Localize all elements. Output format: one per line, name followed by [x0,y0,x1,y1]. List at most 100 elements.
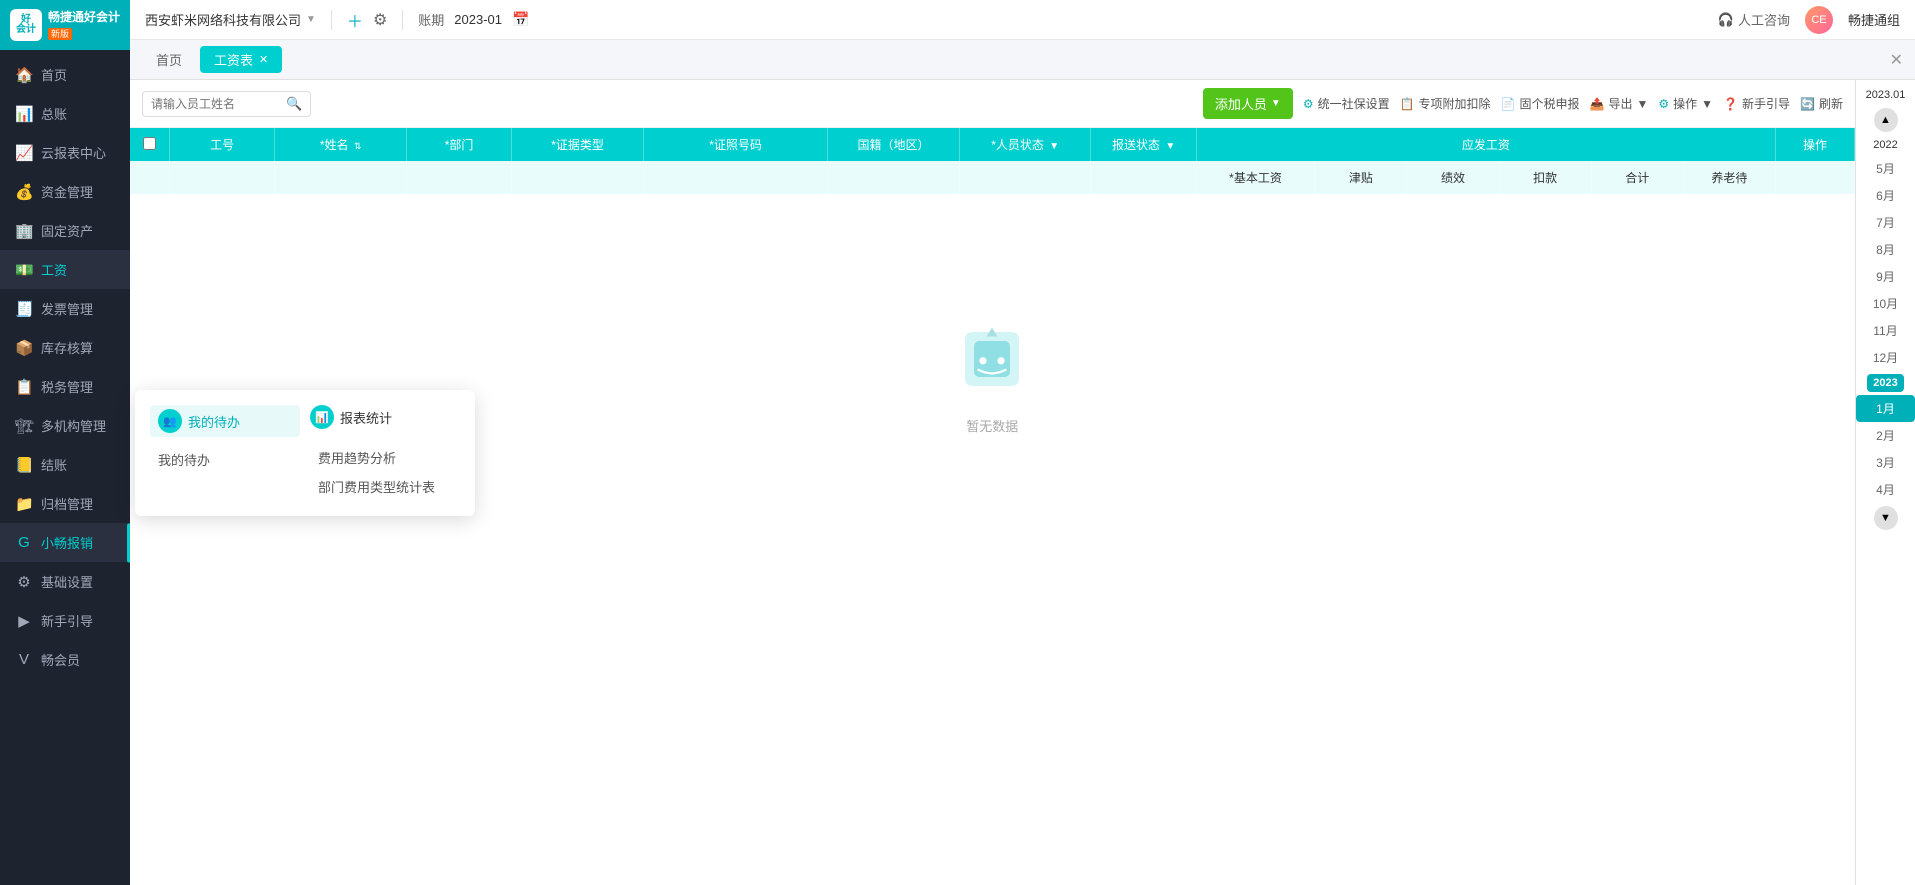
sidebar-item-cloud-report[interactable]: 📈 云报表中心 [0,133,130,172]
dropdown-arrow-icon: ▼ [1271,98,1281,109]
select-all-checkbox[interactable] [143,137,156,150]
sub-header-performance: 绩效 [1407,161,1499,194]
sidebar-item-expense[interactable]: G 小畅报销 [0,523,130,562]
calendar-month-8[interactable]: 8月 [1856,236,1915,263]
sidebar-item-home[interactable]: 🏠 首页 [0,55,130,94]
special-deduction-action[interactable]: 📋 专项附加扣除 [1400,95,1491,112]
calendar-month-4-2023[interactable]: 4月 [1856,476,1915,503]
sidebar-item-fixed-assets[interactable]: 🏢 固定资产 [0,211,130,250]
calendar-month-2-2023[interactable]: 2月 [1856,422,1915,449]
search-icon: 🔍 [286,96,302,112]
dropdown-stats-title[interactable]: 📊 报表统计 [310,405,460,435]
chevron-down-icon: ▼ [306,14,316,25]
calendar-month-9[interactable]: 9月 [1856,263,1915,290]
tab-payroll[interactable]: 工资表 ✕ [200,46,282,73]
service-button[interactable]: 🎧 人工咨询 [1718,10,1790,29]
sidebar-item-tax[interactable]: 📋 税务管理 [0,367,130,406]
calendar-month-1-2023[interactable]: 1月 [1856,395,1915,422]
calendar-month-10[interactable]: 10月 [1856,290,1915,317]
person-status-filter-icon[interactable]: ▼ [1049,141,1059,152]
tab-home[interactable]: 首页 [142,46,196,73]
calendar-year-2023: 2023 [1867,374,1903,392]
special-deduction-icon: 📋 [1400,97,1415,111]
operation-action[interactable]: ⚙ 操作 ▼ [1658,95,1713,112]
topbar-settings-icon[interactable]: ⚙ [373,10,387,30]
tax-report-action[interactable]: 📄 固个税申报 [1501,95,1580,112]
user-name: 畅捷通组 [1848,10,1900,29]
sidebar-item-finance[interactable]: 💰 资金管理 [0,172,130,211]
toolbar: 🔍 添加人员 ▼ ⚙ 统一社保设置 📋 专项附加扣除 [130,80,1855,128]
logo-badge: 新版 [48,28,72,40]
export-action[interactable]: 📤 导出 ▼ [1590,95,1649,112]
name-sort-icon[interactable]: ⇅ [354,141,362,151]
sidebar-item-payroll[interactable]: 💵 工资 [0,250,130,289]
report-status-filter-icon[interactable]: ▼ [1165,141,1175,152]
topbar-divider [331,10,332,30]
social-insurance-action[interactable]: ⚙ 统一社保设置 [1303,95,1390,112]
settings-icon: ⚙ [15,573,33,591]
tab-close-icon[interactable]: ✕ [259,53,268,66]
sidebar-item-member[interactable]: V 畅会员 [0,640,130,679]
dropdown-item-todo[interactable]: 我的待办 [150,445,300,474]
dropdown-todo-title[interactable]: 👥 我的待办 [150,405,300,437]
company-selector[interactable]: 西安虾米网络科技有限公司 ▼ [145,10,316,29]
header-operation: 操作 [1775,128,1854,161]
sidebar-item-guide[interactable]: ▶ 新手引导 [0,601,130,640]
sidebar-item-closing[interactable]: 📒 结账 [0,445,130,484]
sidebar-label-tax: 税务管理 [41,377,93,396]
sidebar-label-archive: 归档管理 [41,494,93,513]
calendar-month-3-2023[interactable]: 3月 [1856,449,1915,476]
dropdown-item-dept-expense[interactable]: 部门费用类型统计表 [310,472,460,501]
search-input[interactable] [151,97,281,111]
todo-section-icon: 👥 [158,409,182,433]
sidebar: 好会计 畅捷通好会计 新版 🏠 首页 📊 总账 📈 云报表中心 💰 资金 [0,0,130,885]
dropdown-sections: 👥 我的待办 我的待办 📊 报表统计 费用趋势分析 部门费用类型统计表 [150,405,460,501]
calendar-month-7[interactable]: 7月 [1856,209,1915,236]
sidebar-label-multi-org: 多机构管理 [41,416,106,435]
sidebar-item-archive[interactable]: 📁 归档管理 [0,484,130,523]
export-icon: 📤 [1590,97,1605,111]
operation-chevron-icon: ▼ [1701,97,1713,111]
stats-title-label: 报表统计 [340,408,392,427]
sidebar-label-member: 畅会员 [41,650,80,669]
refresh-action[interactable]: 🔄 刷新 [1800,95,1843,112]
logo-icon: 好会计 [10,9,42,41]
tab-close-all[interactable]: ✕ [1890,50,1903,70]
dropdown-col-stats: 📊 报表统计 费用趋势分析 部门费用类型统计表 [310,405,460,501]
calendar-down-nav[interactable]: ▼ [1874,506,1898,530]
dropdown-item-expense-trend[interactable]: 费用趋势分析 [310,443,460,472]
sidebar-item-multi-org[interactable]: 🏗 多机构管理 [0,406,130,445]
headset-icon: 🎧 [1718,12,1734,28]
sidebar-item-basic-settings[interactable]: ⚙ 基础设置 [0,562,130,601]
ledger-icon: 📊 [15,105,33,123]
topbar-add-button[interactable]: ＋ [347,8,363,32]
refresh-icon: 🔄 [1800,97,1815,111]
operation-icon: ⚙ [1658,97,1669,111]
calendar-month-5[interactable]: 5月 [1856,155,1915,182]
logo-text: 畅捷通好会计 [48,10,120,26]
header-name: *姓名 ⇅ [275,128,407,161]
calendar-month-12[interactable]: 12月 [1856,344,1915,371]
sidebar-label-invoice: 发票管理 [41,299,93,318]
header-cert-num: *证照号码 [643,128,827,161]
sidebar-label-expense: 小畅报销 [41,533,93,552]
header-num: 工号 [169,128,274,161]
calendar-month-6[interactable]: 6月 [1856,182,1915,209]
sidebar-item-inventory[interactable]: 📦 库存核算 [0,328,130,367]
guide-label: 新手引导 [1742,95,1790,112]
calendar-up-nav[interactable]: ▲ [1874,108,1898,132]
guide-icon: ▶ [15,612,33,630]
calendar-month-11[interactable]: 11月 [1856,317,1915,344]
table-header-row: 工号 *姓名 ⇅ *部门 *证据类型 *证照号码 国籍（地区） *人员状态 ▼ [130,128,1855,161]
guide-action[interactable]: ❓ 新手引导 [1723,95,1790,112]
sidebar-item-ledger[interactable]: 📊 总账 [0,94,130,133]
dropdown-overlay: 👥 我的待办 我的待办 📊 报表统计 费用趋势分析 部门费用类型统计表 [135,390,475,516]
fixed-assets-icon: 🏢 [15,222,33,240]
sidebar-item-invoice[interactable]: 🧾 发票管理 [0,289,130,328]
sub-header-pension: 养老待 [1683,161,1775,194]
user-avatar: CE [1805,6,1833,34]
add-people-button[interactable]: 添加人员 ▼ [1203,88,1293,119]
calendar-icon[interactable]: 📅 [512,11,529,28]
search-box[interactable]: 🔍 [142,91,311,117]
tab-payroll-label: 工资表 [214,50,253,69]
